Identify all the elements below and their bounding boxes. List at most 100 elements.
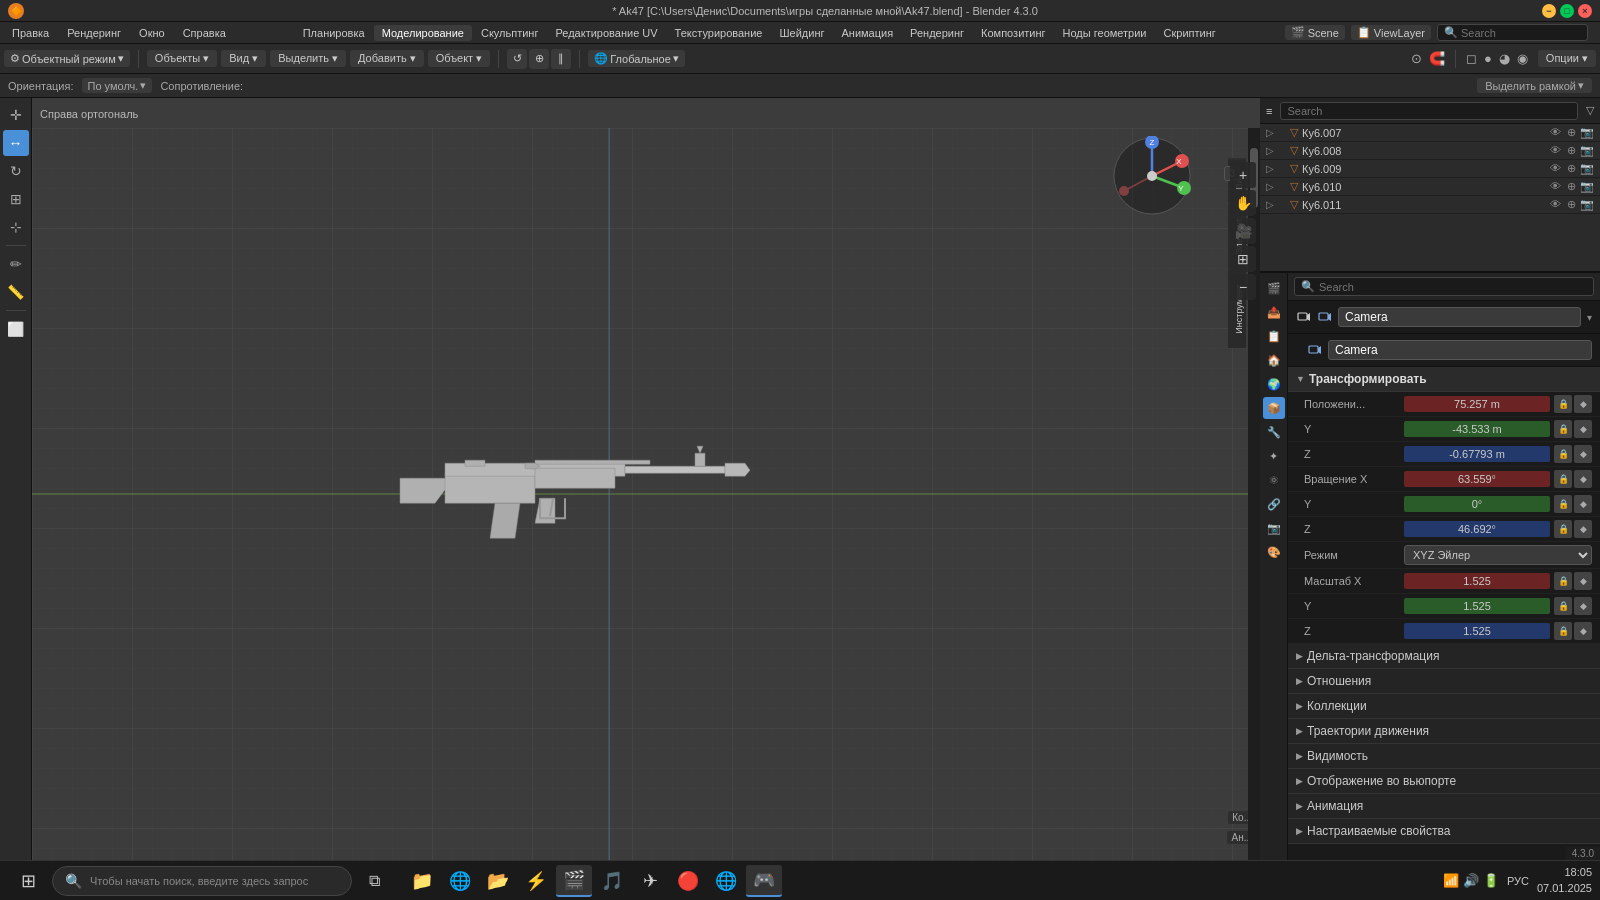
custom-props-section[interactable]: ▶ Настраиваемые свойства [1288, 819, 1600, 844]
cursor-icon-1[interactable]: ⊕ [1567, 126, 1576, 139]
zoom-in-button[interactable]: + [1230, 162, 1256, 188]
scale-y-value[interactable]: 1.525 [1404, 598, 1550, 614]
tool-measure[interactable]: 📏 [3, 279, 29, 305]
ws-tab-scripting[interactable]: Скриптинг [1156, 25, 1224, 41]
scale-y-anim-icon[interactable]: ◆ [1574, 597, 1592, 615]
rot-x-anim-icon[interactable]: ◆ [1574, 470, 1592, 488]
minimize-button[interactable]: − [1542, 4, 1556, 18]
proportional-icon[interactable]: ⊙ [1409, 49, 1424, 68]
eye-icon-4[interactable]: 👁 [1550, 180, 1561, 193]
orientation-selector[interactable]: По умолч. ▾ [82, 78, 153, 93]
outliner-row-ku6011[interactable]: ▷ ▽ Ку6.011 👁 ⊕ 📷 [1260, 196, 1600, 214]
tool-move[interactable]: ↔ [3, 130, 29, 156]
props-tab-object[interactable]: 📦 [1263, 397, 1285, 419]
taskbar-app-files[interactable]: 📂 [480, 865, 516, 897]
transform-icon-1[interactable]: ↺ [507, 49, 527, 69]
visibility-section[interactable]: ▶ Видимость [1288, 744, 1600, 769]
taskbar-app-browser[interactable]: ⚡ [518, 865, 554, 897]
header-search-input[interactable] [1461, 27, 1581, 39]
pos-z-lock-icon[interactable]: 🔒 [1554, 445, 1572, 463]
options-button[interactable]: Опции ▾ [1538, 50, 1596, 67]
select-mode-selector[interactable]: Выделить рамкой ▾ [1477, 78, 1592, 93]
props-tab-view-layer[interactable]: 📋 [1263, 325, 1285, 347]
scene-selector[interactable]: 🎬 Scene [1285, 25, 1345, 40]
eye-icon-1[interactable]: 👁 [1550, 126, 1561, 139]
taskbar-app-telegram[interactable]: ✈ [632, 865, 668, 897]
eye-icon-3[interactable]: 👁 [1550, 162, 1561, 175]
taskbar-language[interactable]: РУС [1507, 875, 1529, 887]
taskbar-datetime[interactable]: 18:05 07.01.2025 [1537, 865, 1592, 896]
pos-anim-icon[interactable]: ◆ [1574, 395, 1592, 413]
render-icon[interactable]: ◉ [1515, 49, 1530, 68]
outliner-row-ku6008[interactable]: ▷ ▽ Ку6.008 👁 ⊕ 📷 [1260, 142, 1600, 160]
render-icon-2[interactable]: 📷 [1580, 144, 1594, 157]
rotation-mode-select[interactable]: XYZ Эйлер [1404, 545, 1592, 565]
rot-z-value[interactable]: 46.692° [1404, 521, 1550, 537]
cursor-icon-2[interactable]: ⊕ [1567, 144, 1576, 157]
scale-z-lock-icon[interactable]: 🔒 [1554, 622, 1572, 640]
outliner-row-ku6007[interactable]: ▷ ▽ Ку6.007 👁 ⊕ 📷 [1260, 124, 1600, 142]
ws-tab-sculpting[interactable]: Скульптинг [473, 25, 547, 41]
render-icon-3[interactable]: 📷 [1580, 162, 1594, 175]
props-tab-particles[interactable]: ✦ [1263, 445, 1285, 467]
taskbar-search[interactable]: 🔍 Чтобы начать поиск, введите здесь запр… [52, 866, 352, 896]
transform-section-header[interactable]: ▼ Трансформировать [1288, 367, 1600, 392]
rot-z-anim-icon[interactable]: ◆ [1574, 520, 1592, 538]
scale-y-lock-icon[interactable]: 🔒 [1554, 597, 1572, 615]
props-tab-render[interactable]: 🎬 [1263, 277, 1285, 299]
props-tab-constraints[interactable]: 🔗 [1263, 493, 1285, 515]
toolbar-add[interactable]: Добавить ▾ [350, 50, 424, 67]
scale-z-anim-icon[interactable]: ◆ [1574, 622, 1592, 640]
eye-icon-2[interactable]: 👁 [1550, 144, 1561, 157]
tool-annotate[interactable]: ✏ [3, 251, 29, 277]
mode-selector[interactable]: ⚙ Объектный режим ▾ [4, 50, 130, 67]
eye-icon-5[interactable]: 👁 [1550, 198, 1561, 211]
outliner-search-input[interactable] [1280, 102, 1578, 120]
outliner-row-ku6010[interactable]: ▷ ▽ Ку6.010 👁 ⊕ 📷 [1260, 178, 1600, 196]
ws-tab-planning[interactable]: Планировка [295, 25, 373, 41]
tool-cursor[interactable]: ✛ [3, 102, 29, 128]
taskview-button[interactable]: ⧉ [356, 865, 392, 897]
menu-help[interactable]: Справка [175, 25, 234, 41]
axes-gizmo[interactable]: X Y Z [1112, 136, 1192, 216]
rot-y-anim-icon[interactable]: ◆ [1574, 495, 1592, 513]
scale-z-value[interactable]: 1.525 [1404, 623, 1550, 639]
tool-add-cube[interactable]: ⬜ [3, 316, 29, 342]
cursor-icon-3[interactable]: ⊕ [1567, 162, 1576, 175]
taskbar-app-explorer[interactable]: 📁 [404, 865, 440, 897]
toolbar-select[interactable]: Выделить ▾ [270, 50, 346, 67]
delta-section[interactable]: ▶ Дельта-трансформация [1288, 644, 1600, 669]
outliner-row-ku6009[interactable]: ▷ ▽ Ку6.009 👁 ⊕ 📷 [1260, 160, 1600, 178]
menu-pravka[interactable]: Правка [4, 25, 57, 41]
ws-tab-compositing[interactable]: Композитинг [973, 25, 1054, 41]
tray-battery-icon[interactable]: 🔋 [1483, 873, 1499, 888]
render-icon-5[interactable]: 📷 [1580, 198, 1594, 211]
animation-section[interactable]: ▶ Анимация [1288, 794, 1600, 819]
toolbar-object[interactable]: Объект ▾ [428, 50, 491, 67]
pos-z-value[interactable]: -0.67793 m [1404, 446, 1550, 462]
props-tab-material[interactable]: 🎨 [1263, 541, 1285, 563]
global-local-selector[interactable]: 🌐 Глобальное ▾ [588, 50, 685, 67]
paths-section[interactable]: ▶ Траектории движения [1288, 719, 1600, 744]
pos-x-value[interactable]: 75.257 m [1404, 396, 1550, 412]
viewlayer-selector[interactable]: 📋 ViewLayer [1351, 25, 1431, 40]
rot-y-lock-icon[interactable]: 🔒 [1554, 495, 1572, 513]
pos-lock-icon[interactable]: 🔒 [1554, 395, 1572, 413]
camera-data-name-field[interactable] [1328, 340, 1592, 360]
toolbar-view[interactable]: Вид ▾ [221, 50, 266, 67]
menu-window[interactable]: Окно [131, 25, 173, 41]
material-icon[interactable]: ◕ [1497, 49, 1512, 68]
render-icon-1[interactable]: 📷 [1580, 126, 1594, 139]
cursor-icon-5[interactable]: ⊕ [1567, 198, 1576, 211]
ws-tab-shading[interactable]: Шейдинг [771, 25, 832, 41]
tool-transform[interactable]: ⊹ [3, 214, 29, 240]
ws-tab-texturing[interactable]: Текстурирование [667, 25, 771, 41]
ws-tab-modeling[interactable]: Моделирование [374, 25, 472, 41]
tray-speaker-icon[interactable]: 🔊 [1463, 873, 1479, 888]
scale-x-lock-icon[interactable]: 🔒 [1554, 572, 1572, 590]
toolbar-objects[interactable]: Объекты ▾ [147, 50, 217, 67]
scale-x-anim-icon[interactable]: ◆ [1574, 572, 1592, 590]
rot-y-value[interactable]: 0° [1404, 496, 1550, 512]
wireframe-icon[interactable]: ◻ [1464, 49, 1479, 68]
pan-button[interactable]: ✋ [1230, 190, 1256, 216]
